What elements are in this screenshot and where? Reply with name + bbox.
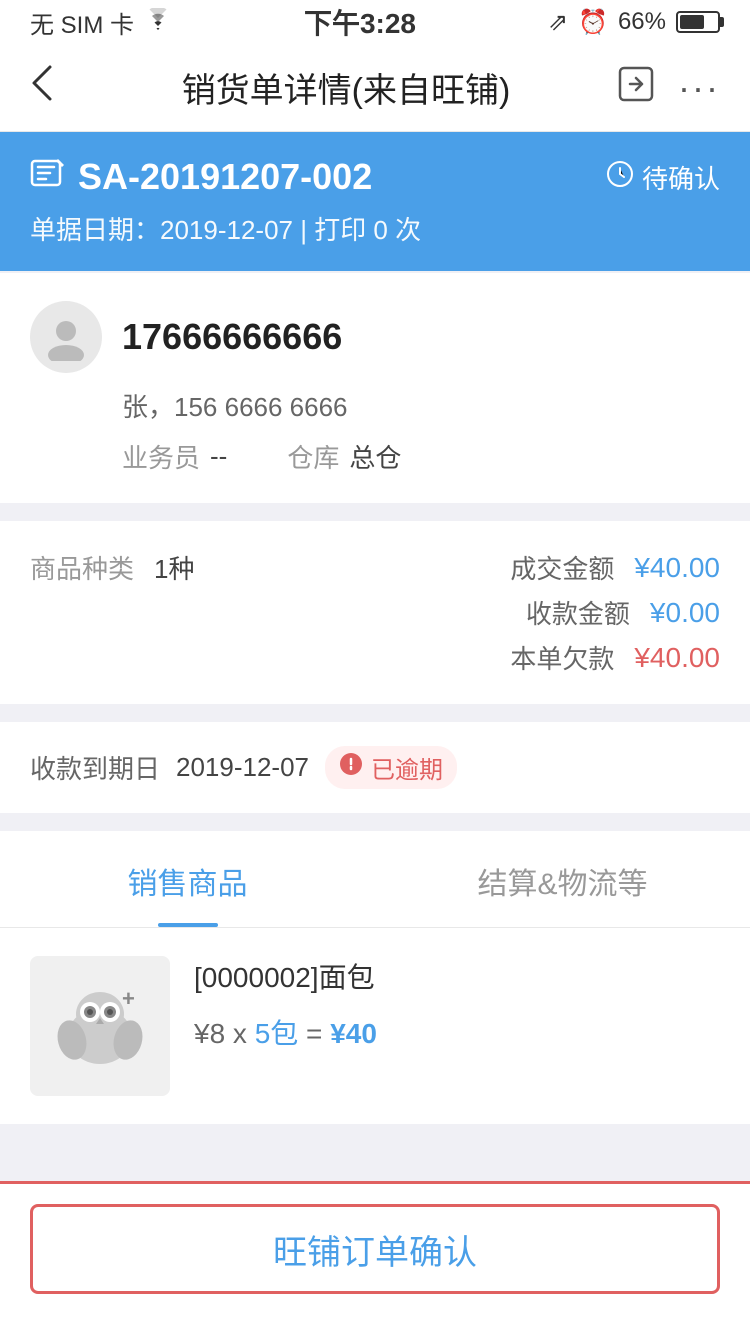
due-date-value: 2019-12-07: [176, 752, 309, 783]
salesperson-label: 业务员: [122, 438, 200, 475]
order-date: 单据日期：2019-12-07 | 打印 0 次: [30, 210, 720, 247]
warning-icon: [339, 752, 363, 783]
product-thumbnail: +: [30, 956, 170, 1096]
deal-amount-row: 成交金额 ¥40.00: [510, 549, 720, 586]
carrier-text: 无 SIM 卡: [30, 5, 134, 40]
status-text: 待确认: [642, 159, 720, 196]
product-price: ¥8 x 5包 = ¥40: [194, 1012, 720, 1052]
due-date-section: 收款到期日 2019-12-07 已逾期: [0, 722, 750, 813]
owed-amount-label: 本单欠款: [510, 639, 614, 676]
deal-amount-value: ¥40.00: [634, 552, 720, 584]
order-header: SA-20191207-002 待确认 单据日期：2019-12-07 | 打印…: [0, 132, 750, 271]
tab-settlement[interactable]: 结算&物流等: [375, 831, 750, 927]
customer-meta: 业务员 -- 仓库 总仓: [122, 438, 720, 475]
deal-amount-label: 成交金额: [510, 549, 614, 586]
owed-amount-row: 本单欠款 ¥40.00: [510, 639, 720, 676]
received-amount-value: ¥0.00: [650, 597, 720, 629]
nav-actions: ···: [618, 66, 720, 110]
amounts-right: 成交金额 ¥40.00 收款金额 ¥0.00 本单欠款 ¥40.00: [510, 549, 720, 676]
product-list: + [0000002]面包 ¥8 x 5包 = ¥40: [0, 928, 750, 1124]
overdue-badge: 已逾期: [325, 746, 457, 789]
product-name: [0000002]面包: [194, 956, 720, 996]
back-button[interactable]: [30, 63, 74, 113]
wifi-icon: [144, 8, 172, 37]
salesperson-item: 业务员 --: [122, 438, 227, 475]
svg-text:+: +: [122, 986, 135, 1011]
received-amount-row: 收款金额 ¥0.00: [526, 594, 720, 631]
clock-icon: [606, 160, 634, 195]
product-qty: 5包: [255, 1018, 299, 1049]
goods-type-value: 1种: [154, 549, 194, 586]
tab-sales[interactable]: 销售商品: [0, 831, 375, 927]
customer-name: 张，156 6666 6666: [122, 387, 720, 424]
status-left: 无 SIM 卡: [30, 5, 172, 40]
warehouse-label: 仓库: [287, 438, 339, 475]
amount-section: 商品种类 1种 成交金额 ¥40.00 收款金额 ¥0.00 本单欠款 ¥40.…: [0, 521, 750, 704]
battery-percent: 66%: [618, 8, 666, 36]
overdue-text: 已逾期: [371, 750, 443, 785]
product-item: + [0000002]面包 ¥8 x 5包 = ¥40: [30, 956, 720, 1096]
status-right: ⇗ ⏰ 66%: [548, 8, 720, 37]
due-date-label: 收款到期日: [30, 749, 160, 786]
order-status: 待确认: [606, 159, 720, 196]
product-total: ¥40: [330, 1018, 377, 1049]
share-icon[interactable]: [618, 66, 654, 110]
avatar: [30, 301, 102, 373]
owed-amount-value: ¥40.00: [634, 642, 720, 674]
order-icon: [30, 157, 66, 198]
warehouse-value: 总仓: [349, 438, 401, 475]
more-icon[interactable]: ···: [678, 67, 720, 109]
product-info: [0000002]面包 ¥8 x 5包 = ¥40: [194, 956, 720, 1052]
order-id-text: SA-20191207-002: [78, 156, 372, 198]
tabs-row: 销售商品 结算&物流等: [0, 831, 750, 928]
warehouse-item: 仓库 总仓: [287, 438, 401, 475]
status-time: 下午3:28: [304, 2, 416, 42]
battery-icon: [676, 11, 720, 33]
nav-bar: 销货单详情(来自旺铺) ···: [0, 44, 750, 132]
page-title: 销货单详情(来自旺铺): [74, 63, 618, 112]
customer-phone: 17666666666: [122, 316, 342, 358]
order-id-row: SA-20191207-002: [30, 156, 372, 198]
status-bar: 无 SIM 卡 下午3:28 ⇗ ⏰ 66%: [0, 0, 750, 44]
received-amount-label: 收款金额: [526, 594, 630, 631]
salesperson-value: --: [210, 441, 227, 472]
customer-section: 17666666666 张，156 6666 6666 业务员 -- 仓库 总仓: [0, 273, 750, 503]
alarm-icon: ⏰: [578, 8, 608, 37]
confirm-order-button[interactable]: 旺铺订单确认: [30, 1204, 720, 1294]
product-price-text: ¥8 x: [194, 1018, 255, 1049]
goods-type-label: 商品种类: [30, 549, 134, 586]
bottom-bar: 旺铺订单确认: [0, 1181, 750, 1334]
product-equals: =: [298, 1018, 330, 1049]
tabs-section: 销售商品 结算&物流等: [0, 831, 750, 1124]
goods-type: 商品种类 1种: [30, 549, 194, 586]
location-icon: ⇗: [548, 8, 568, 37]
